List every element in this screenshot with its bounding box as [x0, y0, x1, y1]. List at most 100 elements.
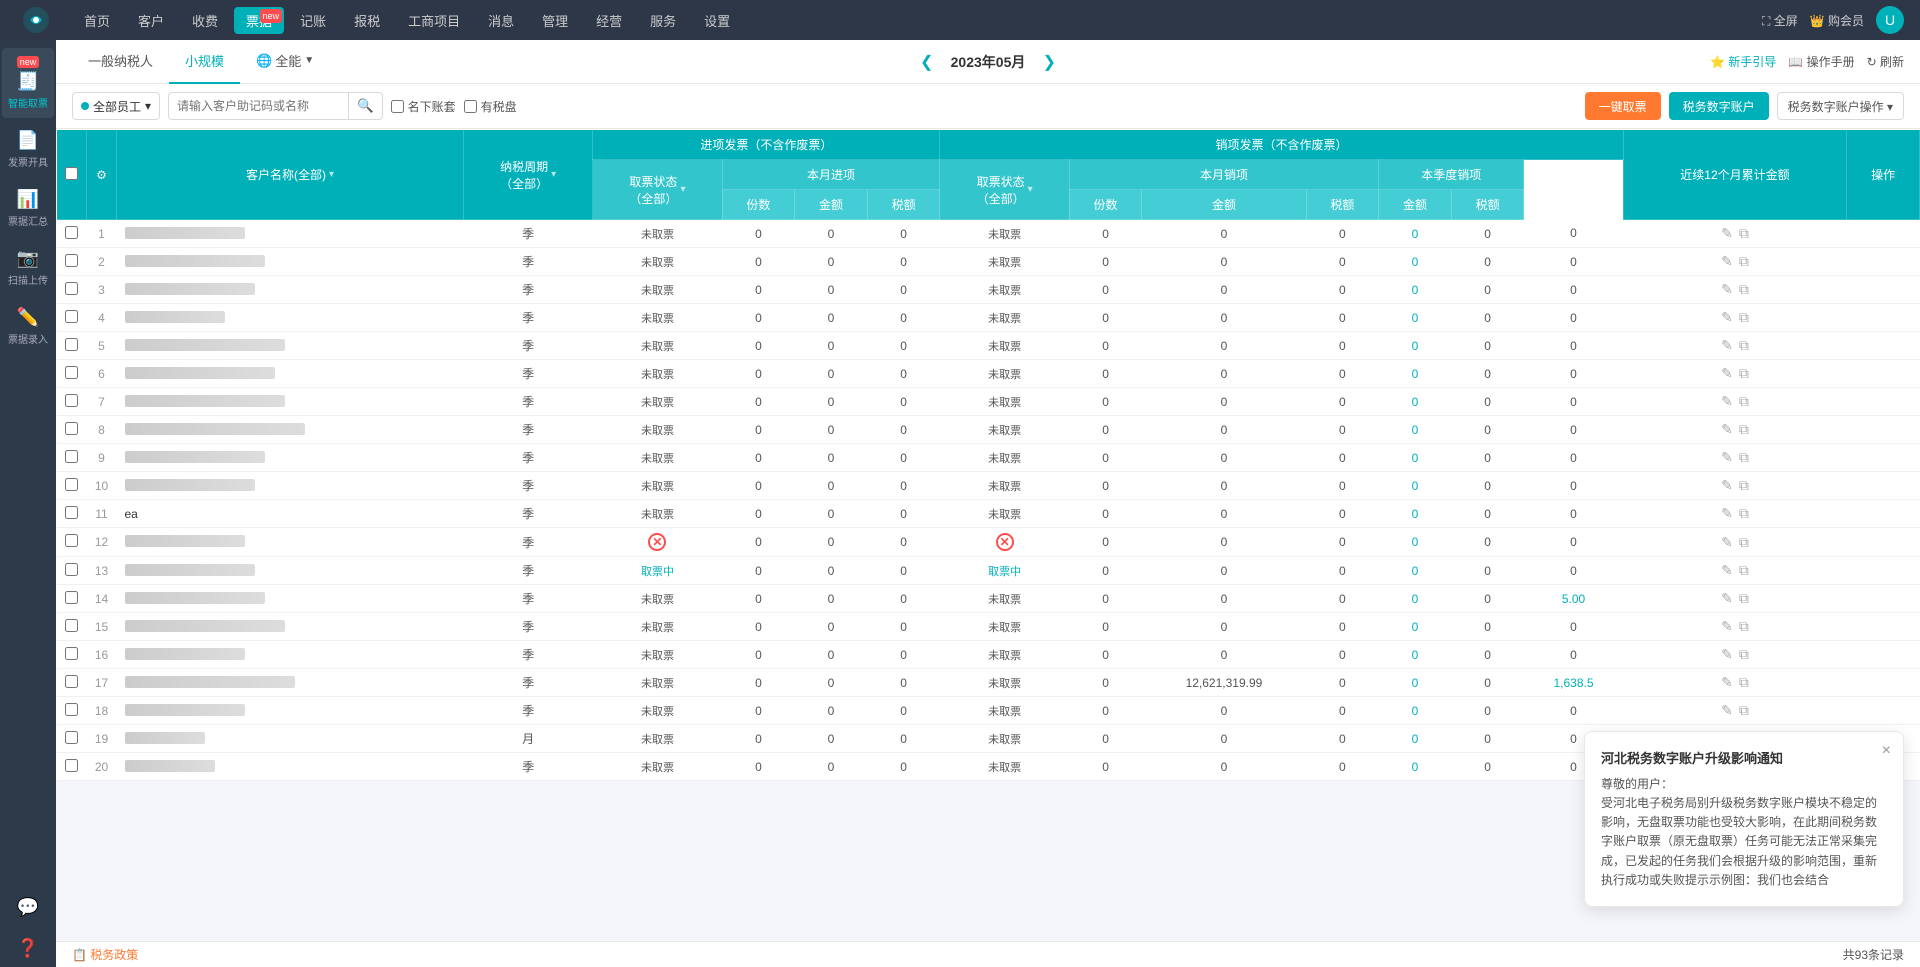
- sidebar-item-chat[interactable]: 💬: [2, 889, 54, 926]
- edit-icon[interactable]: ✎: [1721, 281, 1733, 298]
- nav-service[interactable]: 服务: [638, 7, 688, 34]
- search-button[interactable]: 🔍: [348, 92, 383, 120]
- ret-amount-link[interactable]: 0: [1412, 479, 1419, 493]
- nav-invoice[interactable]: 票据 new: [234, 7, 284, 34]
- copy-icon[interactable]: ⧉: [1739, 365, 1749, 382]
- nav-operations[interactable]: 经营: [584, 7, 634, 34]
- ret-amount-link[interactable]: 0: [1412, 592, 1419, 606]
- client-filter-icon[interactable]: ▾: [329, 169, 334, 180]
- row-checkbox[interactable]: [65, 675, 78, 688]
- ret-amount-link[interactable]: 0: [1412, 339, 1419, 353]
- row-checkbox[interactable]: [65, 422, 78, 435]
- date-next-btn[interactable]: ❯: [1037, 50, 1061, 74]
- row-checkbox[interactable]: [65, 563, 78, 576]
- ret-amount-link[interactable]: 0: [1412, 760, 1419, 774]
- copy-icon[interactable]: ⧉: [1739, 674, 1749, 691]
- ret-amount-link[interactable]: 0: [1412, 227, 1419, 241]
- row-checkbox[interactable]: [65, 647, 78, 660]
- employee-select[interactable]: 全部员工 ▾: [72, 92, 160, 120]
- row-checkbox[interactable]: [65, 591, 78, 604]
- copy-icon[interactable]: ⧉: [1739, 337, 1749, 354]
- row-checkbox[interactable]: [65, 703, 78, 716]
- row-checkbox[interactable]: [65, 310, 78, 323]
- row-checkbox[interactable]: [65, 394, 78, 407]
- ret-amount-link[interactable]: 0: [1412, 255, 1419, 269]
- sidebar-item-invoice-issue[interactable]: 📄 发票开具: [2, 122, 54, 177]
- row-checkbox[interactable]: [65, 366, 78, 379]
- manual-btn[interactable]: 📖 操作手册: [1788, 53, 1854, 70]
- edit-icon[interactable]: ✎: [1721, 421, 1733, 438]
- nav-home[interactable]: 首页: [72, 7, 122, 34]
- tab-general-taxpayer[interactable]: 一般纳税人: [72, 40, 169, 84]
- row-checkbox[interactable]: [65, 282, 78, 295]
- ret-amount-link[interactable]: 0: [1412, 283, 1419, 297]
- edit-icon[interactable]: ✎: [1721, 253, 1733, 270]
- nav-business[interactable]: 工商项目: [396, 7, 472, 34]
- row-checkbox[interactable]: [65, 338, 78, 351]
- checkbox-own-accounts[interactable]: 名下账套: [391, 98, 456, 115]
- nav-manage[interactable]: 管理: [530, 7, 580, 34]
- ret-amount-link[interactable]: 0: [1412, 367, 1419, 381]
- nav-message[interactable]: 消息: [476, 7, 526, 34]
- ret-amount-link[interactable]: 0: [1412, 451, 1419, 465]
- ret-amount-link[interactable]: 0: [1412, 311, 1419, 325]
- new-guide-btn[interactable]: ⭐ 新手引导: [1710, 53, 1776, 70]
- edit-icon[interactable]: ✎: [1721, 590, 1733, 607]
- ret-amount-link[interactable]: 0: [1412, 732, 1419, 746]
- tax-policy-link[interactable]: 📋 税务政策: [72, 946, 138, 963]
- edit-icon[interactable]: ✎: [1721, 702, 1733, 719]
- copy-icon[interactable]: ⧉: [1739, 309, 1749, 326]
- outbound-status-filter-icon[interactable]: ▾: [1028, 184, 1033, 195]
- row-checkbox[interactable]: [65, 731, 78, 744]
- nav-accounting[interactable]: 记账: [288, 7, 338, 34]
- row-checkbox[interactable]: [65, 506, 78, 519]
- date-prev-btn[interactable]: ❮: [915, 50, 939, 74]
- edit-icon[interactable]: ✎: [1721, 393, 1733, 410]
- ret-amount-link[interactable]: 0: [1412, 620, 1419, 634]
- edit-icon[interactable]: ✎: [1721, 309, 1733, 326]
- row-checkbox[interactable]: [65, 619, 78, 632]
- one-key-ticket-btn[interactable]: 一键取票: [1585, 92, 1661, 120]
- row-checkbox[interactable]: [65, 478, 78, 491]
- edit-icon[interactable]: ✎: [1721, 646, 1733, 663]
- ret-amount-link[interactable]: 0: [1412, 704, 1419, 718]
- edit-icon[interactable]: ✎: [1721, 674, 1733, 691]
- own-accounts-checkbox[interactable]: [391, 100, 404, 113]
- tax-digital-account-btn[interactable]: 税务数字账户: [1669, 92, 1769, 120]
- copy-icon[interactable]: ⧉: [1739, 618, 1749, 635]
- ret-amount-link[interactable]: 0: [1412, 507, 1419, 521]
- tax-period-filter-icon[interactable]: ▾: [551, 169, 556, 180]
- edit-icon[interactable]: ✎: [1721, 505, 1733, 522]
- copy-icon[interactable]: ⧉: [1739, 421, 1749, 438]
- copy-icon[interactable]: ⧉: [1739, 449, 1749, 466]
- avatar[interactable]: U: [1876, 6, 1904, 34]
- inbound-status-filter-icon[interactable]: ▾: [680, 184, 685, 195]
- copy-icon[interactable]: ⧉: [1739, 253, 1749, 270]
- tab-small-scale[interactable]: 小规模: [169, 40, 240, 84]
- last12-value[interactable]: 1,638.5: [1553, 676, 1593, 690]
- last12-value[interactable]: 5.00: [1562, 592, 1585, 606]
- edit-icon[interactable]: ✎: [1721, 449, 1733, 466]
- copy-icon[interactable]: ⧉: [1739, 702, 1749, 719]
- has-tax-disk-checkbox[interactable]: [464, 100, 477, 113]
- edit-icon[interactable]: ✎: [1721, 534, 1733, 551]
- copy-icon[interactable]: ⧉: [1739, 562, 1749, 579]
- row-checkbox[interactable]: [65, 226, 78, 239]
- nav-tax[interactable]: 报税: [342, 7, 392, 34]
- copy-icon[interactable]: ⧉: [1739, 393, 1749, 410]
- vip-btn[interactable]: 👑 购会员: [1810, 12, 1864, 29]
- edit-icon[interactable]: ✎: [1721, 225, 1733, 242]
- tab-omnipotent[interactable]: 🌐 全能 ▼: [240, 40, 330, 84]
- sidebar-item-invoice-entry[interactable]: ✏️ 票据录入: [2, 299, 54, 354]
- edit-icon[interactable]: ✎: [1721, 337, 1733, 354]
- row-checkbox[interactable]: [65, 759, 78, 772]
- ret-amount-link[interactable]: 0: [1412, 676, 1419, 690]
- row-checkbox[interactable]: [65, 254, 78, 267]
- ret-amount-link[interactable]: 0: [1412, 648, 1419, 662]
- sidebar-item-smart-ticket[interactable]: new 🧾 智能取票: [2, 48, 54, 118]
- notification-close-btn[interactable]: ×: [1882, 742, 1891, 760]
- row-checkbox[interactable]: [65, 450, 78, 463]
- copy-icon[interactable]: ⧉: [1739, 534, 1749, 551]
- row-checkbox[interactable]: [65, 534, 78, 547]
- edit-icon[interactable]: ✎: [1721, 562, 1733, 579]
